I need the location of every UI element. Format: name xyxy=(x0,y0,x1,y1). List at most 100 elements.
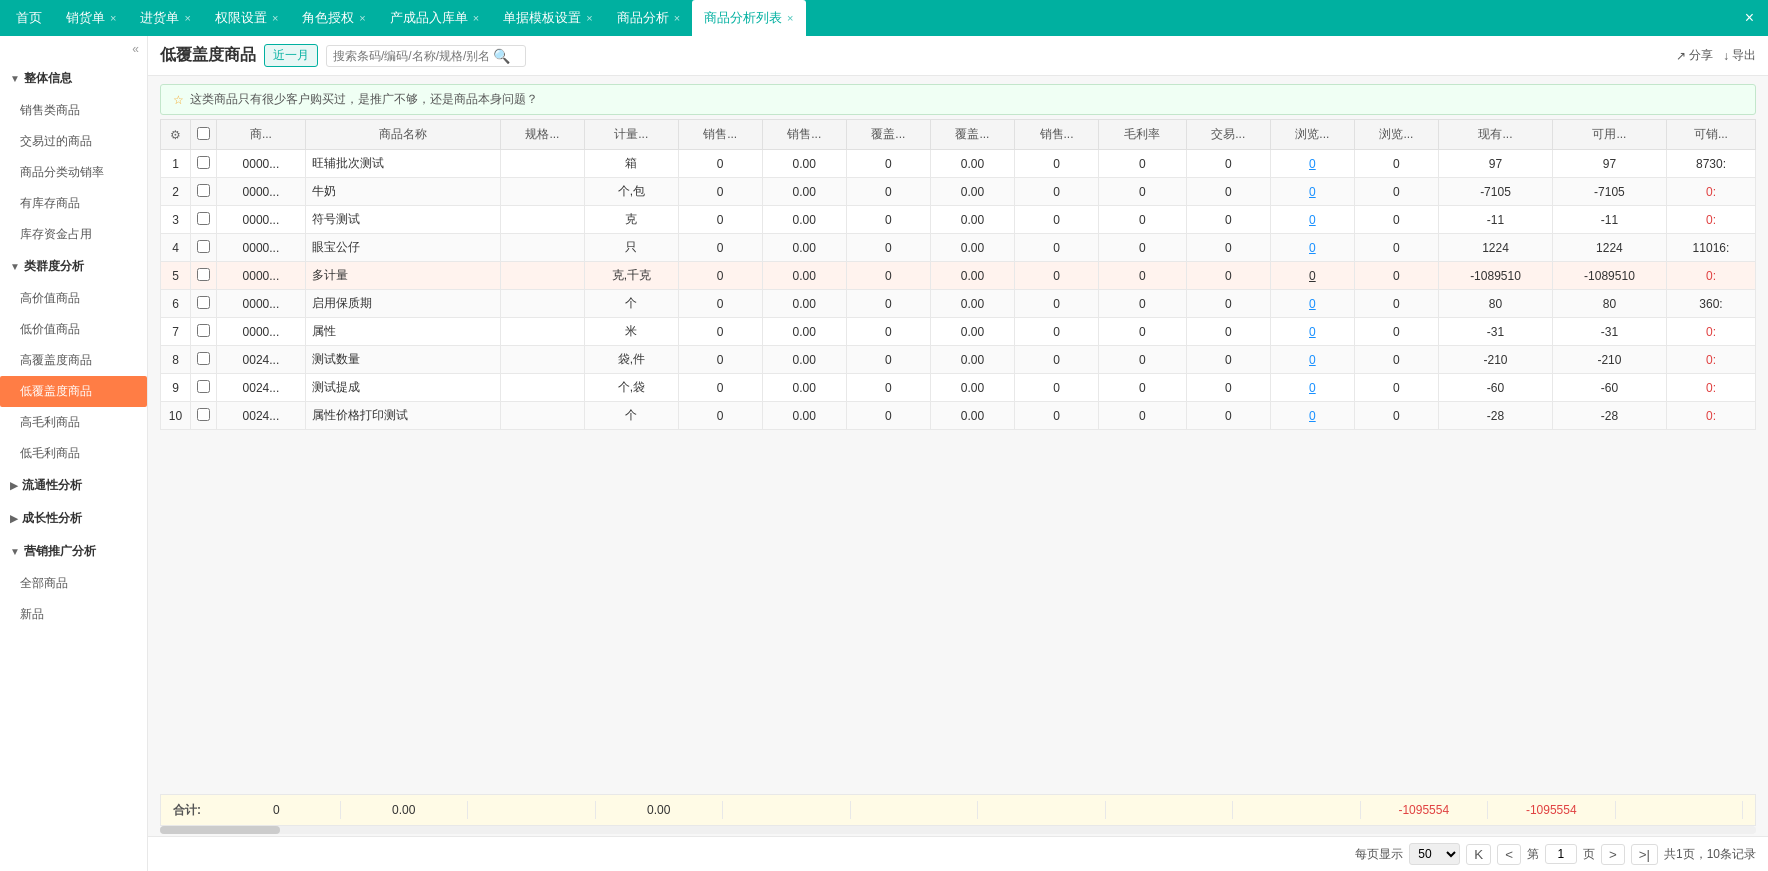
row-select-checkbox[interactable] xyxy=(197,156,210,169)
export-button[interactable]: ↓ 导出 xyxy=(1723,47,1756,64)
page-end-label: 页 xyxy=(1583,846,1595,863)
sidebar-item-stock-products[interactable]: 有库存商品 xyxy=(0,188,147,219)
footer-sellable xyxy=(1616,801,1744,819)
nav-close-template[interactable]: × xyxy=(586,12,592,24)
sidebar-item-high-margin[interactable]: 高毛利商品 xyxy=(0,407,147,438)
row-browse1[interactable]: 0 xyxy=(1270,262,1354,290)
horizontal-scrollbar[interactable] xyxy=(160,826,1756,834)
scrollbar-thumb[interactable] xyxy=(160,826,280,834)
nav-template-settings[interactable]: 单据模板设置 × xyxy=(491,0,604,36)
nav-product-analysis-list[interactable]: 商品分析列表 × xyxy=(692,0,805,36)
row-select-checkbox[interactable] xyxy=(197,352,210,365)
nav-close-analysis[interactable]: × xyxy=(674,12,680,24)
row-checkbox[interactable] xyxy=(191,150,217,178)
row-checkbox[interactable] xyxy=(191,402,217,430)
row-select-checkbox[interactable] xyxy=(197,408,210,421)
col-checkbox[interactable] xyxy=(191,120,217,150)
sidebar-item-category-rate[interactable]: 商品分类动销率 xyxy=(0,157,147,188)
col-settings[interactable]: ⚙ xyxy=(161,120,191,150)
nav-purchase[interactable]: 进货单 × xyxy=(128,0,202,36)
row-available: 97 xyxy=(1552,150,1666,178)
row-checkbox[interactable] xyxy=(191,374,217,402)
nav-close-sales[interactable]: × xyxy=(110,12,116,24)
col-current: 现有... xyxy=(1439,120,1553,150)
first-page-button[interactable]: K xyxy=(1466,844,1491,865)
row-browse1[interactable]: 0 xyxy=(1270,178,1354,206)
settings-icon[interactable]: ⚙ xyxy=(170,128,181,142)
sidebar-item-traded-products[interactable]: 交易过的商品 xyxy=(0,126,147,157)
row-select-checkbox[interactable] xyxy=(197,212,210,225)
last-page-button[interactable]: >| xyxy=(1631,844,1658,865)
table-row: 5 0000... 多计量 克,千克 0 0.00 0 0.00 0 0 0 0… xyxy=(161,262,1756,290)
sidebar-item-capital-occupation[interactable]: 库存资金占用 xyxy=(0,219,147,250)
next-page-button[interactable]: > xyxy=(1601,844,1625,865)
nav-close-role[interactable]: × xyxy=(359,12,365,24)
nav-sales-order[interactable]: 销货单 × xyxy=(54,0,128,36)
row-select-checkbox[interactable] xyxy=(197,380,210,393)
sidebar-section-marketing[interactable]: ▼ 营销推广分析 xyxy=(0,535,147,568)
row-no: 8 xyxy=(161,346,191,374)
row-browse1[interactable]: 0 xyxy=(1270,234,1354,262)
sidebar-section-overview[interactable]: ▼ 整体信息 xyxy=(0,62,147,95)
row-select-checkbox[interactable] xyxy=(197,324,210,337)
row-checkbox[interactable] xyxy=(191,262,217,290)
row-browse1[interactable]: 0 xyxy=(1270,206,1354,234)
nav-close-permission[interactable]: × xyxy=(272,12,278,24)
row-checkbox[interactable] xyxy=(191,234,217,262)
nav-product-analysis[interactable]: 商品分析 × xyxy=(605,0,692,36)
top-navigation: 首页 销货单 × 进货单 × 权限设置 × 角色授权 × 产成品入库单 × 单据… xyxy=(0,0,1768,36)
row-no: 2 xyxy=(161,178,191,206)
share-button[interactable]: ↗ 分享 xyxy=(1676,47,1713,64)
sidebar-section-growth[interactable]: ▶ 成长性分析 xyxy=(0,502,147,535)
col-browse2: 浏览... xyxy=(1354,120,1438,150)
nav-close-analysis-list[interactable]: × xyxy=(787,12,793,24)
sidebar-item-low-coverage[interactable]: 低覆盖度商品 xyxy=(0,376,147,407)
sidebar-item-low-margin[interactable]: 低毛利商品 xyxy=(0,438,147,469)
section-arrow-cluster: ▼ xyxy=(10,261,20,272)
time-filter-button[interactable]: 近一月 xyxy=(264,44,318,67)
row-browse1[interactable]: 0 xyxy=(1270,346,1354,374)
row-available: -28 xyxy=(1552,402,1666,430)
row-select-checkbox[interactable] xyxy=(197,296,210,309)
col-sales3: 销售... xyxy=(1014,120,1098,150)
row-checkbox[interactable] xyxy=(191,206,217,234)
row-name: 多计量 xyxy=(305,262,500,290)
sidebar-item-high-coverage[interactable]: 高覆盖度商品 xyxy=(0,345,147,376)
select-all-checkbox[interactable] xyxy=(197,127,210,140)
nav-home[interactable]: 首页 xyxy=(4,0,54,36)
current-page-input[interactable] xyxy=(1545,844,1577,864)
row-browse1[interactable]: 0 xyxy=(1270,374,1354,402)
prev-page-button[interactable]: < xyxy=(1497,844,1521,865)
sidebar-item-low-value[interactable]: 低价值商品 xyxy=(0,314,147,345)
total-info: 共1页，10条记录 xyxy=(1664,846,1756,863)
row-checkbox[interactable] xyxy=(191,346,217,374)
row-browse1[interactable]: 0 xyxy=(1270,318,1354,346)
nav-close-storage[interactable]: × xyxy=(473,12,479,24)
row-no: 1 xyxy=(161,150,191,178)
nav-role-auth[interactable]: 角色授权 × xyxy=(290,0,377,36)
row-browse1[interactable]: 0 xyxy=(1270,290,1354,318)
row-browse1[interactable]: 0 xyxy=(1270,150,1354,178)
sidebar-item-high-value[interactable]: 高价值商品 xyxy=(0,283,147,314)
row-select-checkbox[interactable] xyxy=(197,240,210,253)
row-select-checkbox[interactable] xyxy=(197,184,210,197)
row-sales2: 0.00 xyxy=(762,318,846,346)
nav-product-storage[interactable]: 产成品入库单 × xyxy=(378,0,491,36)
row-checkbox[interactable] xyxy=(191,178,217,206)
nav-close-all-button[interactable]: × xyxy=(1735,9,1764,27)
nav-close-purchase[interactable]: × xyxy=(184,12,190,24)
search-input[interactable] xyxy=(333,49,493,63)
sidebar-section-cluster[interactable]: ▼ 类群度分析 xyxy=(0,250,147,283)
sidebar-item-sales-products[interactable]: 销售类商品 xyxy=(0,95,147,126)
row-select-checkbox[interactable] xyxy=(197,268,210,281)
nav-permission[interactable]: 权限设置 × xyxy=(203,0,290,36)
row-browse1[interactable]: 0 xyxy=(1270,402,1354,430)
sidebar-item-all-products[interactable]: 全部商品 xyxy=(0,568,147,599)
sidebar-section-circulation[interactable]: ▶ 流通性分析 xyxy=(0,469,147,502)
search-icon[interactable]: 🔍 xyxy=(493,48,510,64)
sidebar-item-new-products[interactable]: 新品 xyxy=(0,599,147,630)
row-checkbox[interactable] xyxy=(191,318,217,346)
page-size-select[interactable]: 50 100 200 xyxy=(1409,843,1460,865)
sidebar-collapse-button[interactable]: « xyxy=(0,36,147,62)
row-checkbox[interactable] xyxy=(191,290,217,318)
